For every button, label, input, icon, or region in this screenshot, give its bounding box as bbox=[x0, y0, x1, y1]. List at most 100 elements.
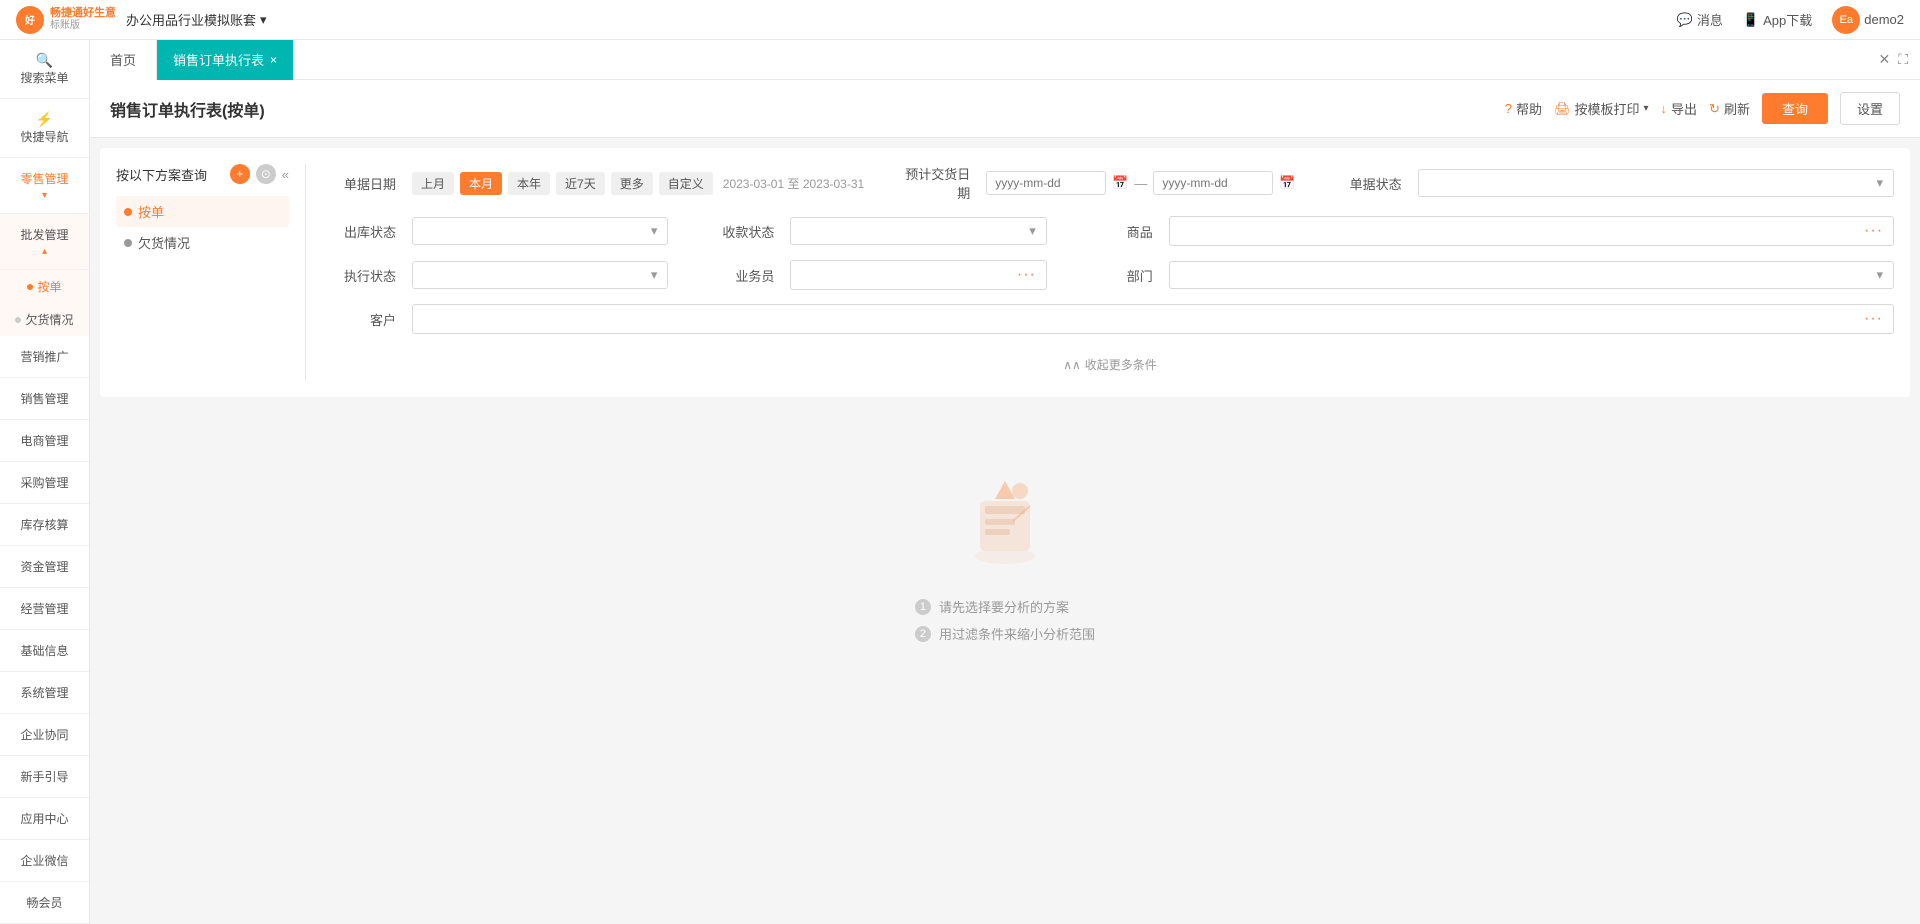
salesperson-select[interactable]: ··· bbox=[790, 260, 1046, 290]
tab-expand-icon[interactable]: ⛶ bbox=[1898, 51, 1908, 68]
query-button[interactable]: 查询 bbox=[1762, 93, 1828, 124]
scheme-label-按单: 按单 bbox=[138, 202, 164, 221]
add-scheme-button[interactable]: + bbox=[230, 164, 250, 184]
message-button[interactable]: 💬 消息 bbox=[1677, 10, 1723, 29]
apps-label: 应用中心 bbox=[0, 810, 89, 827]
copy-scheme-button[interactable]: ⊙ bbox=[256, 164, 276, 184]
app-download-button[interactable]: 📱 App下载 bbox=[1743, 10, 1812, 29]
sidebar-item-operations[interactable]: 经营管理 bbox=[0, 588, 89, 630]
logo-subtext: 标账版 bbox=[50, 20, 116, 32]
date-btn-last-month[interactable]: 上月 bbox=[412, 172, 454, 195]
basic-label: 基础信息 bbox=[0, 642, 89, 659]
sidebar-item-wechat[interactable]: 企业微信 bbox=[0, 840, 89, 882]
status-select[interactable]: ▾ bbox=[1418, 169, 1894, 197]
date-btn-more[interactable]: 更多 bbox=[611, 172, 653, 195]
sidebar-quick-nav[interactable]: ⚡ 快捷导航 bbox=[0, 99, 89, 158]
logo-icon: 好 bbox=[16, 6, 44, 34]
company-selector[interactable]: 办公用品行业模拟账套 ▾ bbox=[126, 10, 267, 29]
filter-right: 单据日期 上月 本月 本年 近7天 更多 自定义 2023-03-01 至 20… bbox=[306, 164, 1894, 381]
filter-panel-inner: 按以下方案查询 + ⊙ « 按单 bbox=[116, 164, 1894, 381]
date-btn-this-year[interactable]: 本年 bbox=[508, 172, 550, 195]
collapse-arrow-icon: ∧∧ bbox=[1063, 358, 1081, 372]
expected-date-to[interactable] bbox=[1153, 171, 1273, 195]
sidebar-item-marketing[interactable]: 营销推广 bbox=[0, 336, 89, 378]
print-icon: 🖨 bbox=[1554, 101, 1571, 117]
collapse-bar[interactable]: ∧∧ 收起更多条件 bbox=[326, 348, 1894, 381]
goods-label: 商品 bbox=[1083, 222, 1153, 241]
enterprise-label: 企业协同 bbox=[0, 726, 89, 743]
payment-label: 收款状态 bbox=[704, 222, 774, 241]
filter-item-按单[interactable]: 按单 bbox=[116, 196, 289, 227]
sidebar-item-wholesale[interactable]: 批发管理 ▴ bbox=[0, 214, 89, 270]
salesperson-more-icon[interactable]: ··· bbox=[1017, 266, 1036, 284]
sidebar-item-member[interactable]: 畅会员 bbox=[0, 882, 89, 924]
goods-more-icon[interactable]: ··· bbox=[1864, 222, 1883, 240]
settings-button[interactable]: 设置 bbox=[1840, 92, 1900, 125]
collapse-scheme-icon[interactable]: « bbox=[282, 167, 289, 182]
content-area: 首页 销售订单执行表 × ✕ ⛶ 销售订单执行表(按单) ? 帮助 bbox=[90, 40, 1920, 924]
sidebar-item-retail[interactable]: 零售管理 ▾ bbox=[0, 158, 89, 214]
date-range-text: 2023-03-01 至 2023-03-31 bbox=[723, 175, 864, 192]
empty-state: 1 请先选择要分析的方案 2 用过滤条件来缩小分析范围 bbox=[90, 407, 1920, 707]
department-select[interactable]: ▾ bbox=[1169, 261, 1894, 289]
date-btn-custom[interactable]: 自定义 bbox=[659, 172, 713, 195]
system-label: 系统管理 bbox=[0, 684, 89, 701]
expected-date-from[interactable] bbox=[986, 171, 1106, 195]
finance-label: 资金管理 bbox=[0, 558, 89, 575]
filter-panel: 按以下方案查询 + ⊙ « 按单 bbox=[100, 148, 1910, 397]
sidebar-item-purchase[interactable]: 采购管理 bbox=[0, 462, 89, 504]
delivery-chevron-icon: ▾ bbox=[651, 223, 658, 239]
status-label: 单据状态 bbox=[1332, 174, 1402, 193]
sidebar-sub-item-按单[interactable]: 按单 bbox=[0, 270, 89, 303]
sidebar-sub-item-欠货[interactable]: 欠货情况 bbox=[0, 303, 89, 336]
payment-select[interactable]: ▾ bbox=[790, 217, 1046, 245]
sidebar-item-basic[interactable]: 基础信息 bbox=[0, 630, 89, 672]
sidebar-item-enterprise[interactable]: 企业协同 bbox=[0, 714, 89, 756]
status-chevron-icon: ▾ bbox=[1876, 175, 1883, 191]
help-button[interactable]: ? 帮助 bbox=[1505, 99, 1542, 118]
empty-step-1: 1 请先选择要分析的方案 bbox=[915, 597, 1095, 616]
print-label: 按模板打印 bbox=[1574, 99, 1639, 118]
tab-minimize-icon[interactable]: ✕ bbox=[1878, 51, 1890, 68]
filter-item-欠货[interactable]: 欠货情况 bbox=[116, 227, 289, 258]
calendar-from-icon[interactable]: 📅 bbox=[1112, 175, 1128, 191]
date-btn-this-month[interactable]: 本月 bbox=[460, 172, 502, 195]
execute-select[interactable]: ▾ bbox=[412, 261, 668, 289]
page-header: 销售订单执行表(按单) ? 帮助 🖨 按模板打印 ▾ ↓ 导出 bbox=[90, 80, 1920, 138]
print-button[interactable]: 🖨 按模板打印 ▾ bbox=[1554, 99, 1649, 118]
tab-close-icon[interactable]: × bbox=[270, 53, 277, 67]
sidebar-item-finance[interactable]: 资金管理 bbox=[0, 546, 89, 588]
sidebar-quick-nav-label: 快捷导航 bbox=[0, 128, 89, 145]
sidebar-item-ecommerce[interactable]: 电商管理 bbox=[0, 420, 89, 462]
export-button[interactable]: ↓ 导出 bbox=[1661, 99, 1698, 118]
tab-bar: 首页 销售订单执行表 × ✕ ⛶ bbox=[90, 40, 1920, 80]
empty-steps: 1 请先选择要分析的方案 2 用过滤条件来缩小分析范围 bbox=[915, 597, 1095, 643]
export-label: 导出 bbox=[1671, 99, 1697, 118]
tab-active-sales[interactable]: 销售订单执行表 × bbox=[157, 40, 293, 80]
sidebar-item-apps[interactable]: 应用中心 bbox=[0, 798, 89, 840]
filter-row-1: 单据日期 上月 本月 本年 近7天 更多 自定义 2023-03-01 至 20… bbox=[326, 164, 1894, 202]
sidebar-item-system[interactable]: 系统管理 bbox=[0, 672, 89, 714]
customer-more-icon[interactable]: ··· bbox=[1864, 310, 1883, 328]
sidebar-search[interactable]: 🔍 搜索菜单 bbox=[0, 40, 89, 99]
refresh-button[interactable]: ↻ 刷新 bbox=[1709, 99, 1750, 118]
sidebar-item-inventory[interactable]: 库存核算 bbox=[0, 504, 89, 546]
sidebar-item-sales[interactable]: 销售管理 bbox=[0, 378, 89, 420]
collapse-label: 收起更多条件 bbox=[1085, 356, 1157, 373]
sidebar-item-newbie[interactable]: 新手引导 bbox=[0, 756, 89, 798]
date-btn-7days[interactable]: 近7天 bbox=[556, 172, 605, 195]
marketing-label: 营销推广 bbox=[0, 348, 89, 365]
user-profile[interactable]: Ea demo2 bbox=[1832, 6, 1904, 34]
calendar-to-icon[interactable]: 📅 bbox=[1279, 175, 1295, 191]
step-1-text: 请先选择要分析的方案 bbox=[939, 597, 1069, 616]
date-label: 单据日期 bbox=[326, 174, 396, 193]
customer-select[interactable]: ··· bbox=[412, 304, 1894, 334]
message-label: 消息 bbox=[1697, 10, 1723, 29]
tab-home[interactable]: 首页 bbox=[90, 40, 157, 80]
export-icon: ↓ bbox=[1661, 101, 1668, 116]
salesperson-label: 业务员 bbox=[704, 266, 774, 285]
delivery-select[interactable]: ▾ bbox=[412, 217, 668, 245]
empty-step-2: 2 用过滤条件来缩小分析范围 bbox=[915, 624, 1095, 643]
inactive-dot bbox=[15, 317, 21, 323]
goods-select[interactable]: ··· bbox=[1169, 216, 1894, 246]
